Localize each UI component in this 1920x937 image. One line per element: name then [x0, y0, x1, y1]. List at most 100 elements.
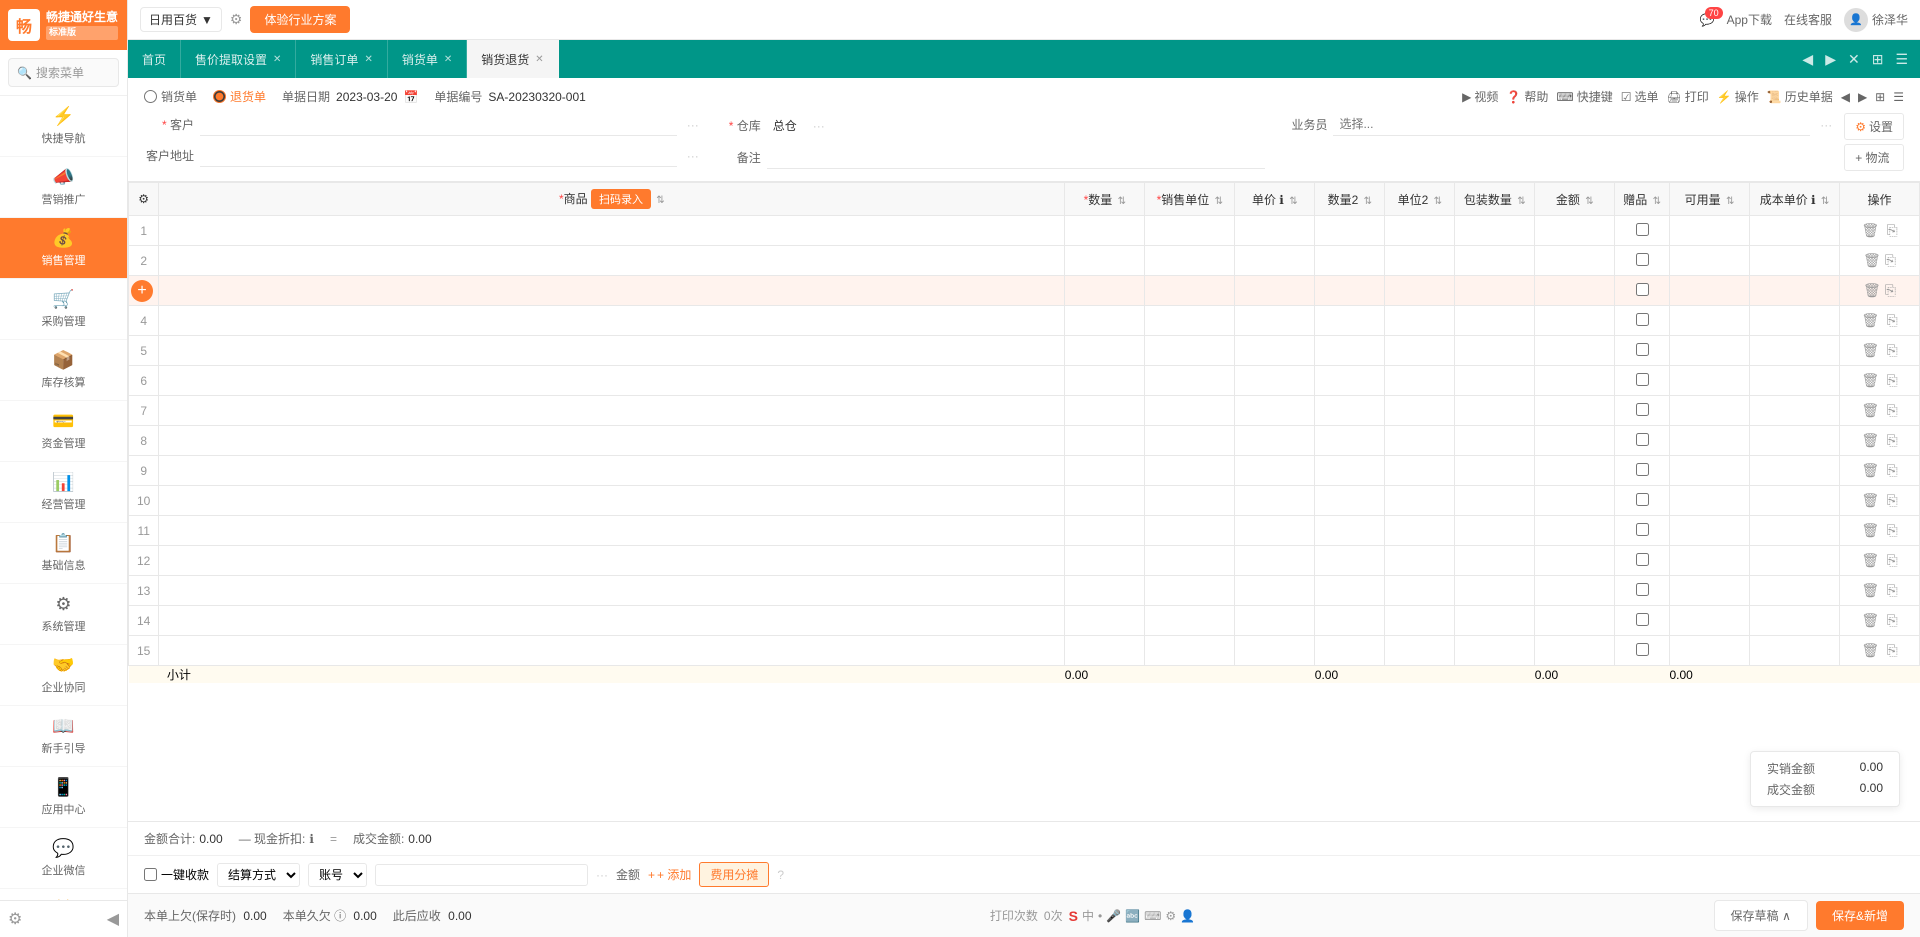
unit2-cell[interactable] [1385, 216, 1455, 246]
tab-return-close-icon[interactable]: ✕ [535, 54, 543, 65]
gift-checkbox[interactable] [1636, 343, 1649, 356]
help-btn[interactable]: ❓ 帮助 [1506, 88, 1548, 105]
sidebar-item-vip[interactable]: 👑 畅会员 [0, 889, 127, 900]
delete-row-btn[interactable]: 🗑 [1861, 250, 1883, 271]
customer-select-icon[interactable]: ··· [687, 118, 699, 132]
settings-button[interactable]: ⚙ 设置 [1844, 113, 1904, 140]
unit2-sort-icon[interactable]: ⇅ [1434, 196, 1442, 207]
sidebar-item-quick[interactable]: ⚡ 快捷导航 [0, 96, 127, 157]
gift-checkbox[interactable] [1636, 403, 1649, 416]
payment-help-icon[interactable]: ? [777, 868, 784, 882]
amount-sort-icon[interactable]: ⇅ [1585, 196, 1593, 207]
pack-sort-icon[interactable]: ⇅ [1517, 196, 1525, 207]
sidebar-item-apps[interactable]: 📱 应用中心 [0, 767, 127, 828]
search-menu-button[interactable]: 🔍 搜索菜单 [8, 58, 119, 87]
payment-dots-icon[interactable]: ··· [596, 868, 608, 882]
product-input-active[interactable] [167, 284, 1056, 298]
payment-amount-input[interactable] [375, 864, 588, 886]
tab-price-setting[interactable]: 售价提取设置 ✕ [181, 40, 296, 78]
sidebar-item-operation[interactable]: 📊 经营管理 [0, 462, 127, 523]
avail-cell[interactable] [1670, 216, 1750, 246]
copy-row-btn[interactable]: ⎘ [1884, 310, 1899, 331]
unit-cell[interactable] [1145, 216, 1235, 246]
app-download-link[interactable]: App下载 [1727, 11, 1772, 28]
sidebar-item-purchase[interactable]: 🛒 采购管理 [0, 279, 127, 340]
gift-sort-icon[interactable]: ⇅ [1653, 196, 1661, 207]
tab-next-icon[interactable]: ▶ [1821, 49, 1840, 70]
gift-checkbox[interactable] [1636, 283, 1649, 296]
gift-checkbox[interactable] [1636, 463, 1649, 476]
sidebar-item-collab[interactable]: 🤝 企业协同 [0, 645, 127, 706]
radio-sales[interactable]: 销货单 [144, 88, 197, 105]
radio-return-input[interactable] [213, 90, 226, 103]
gift-checkbox[interactable] [1636, 583, 1649, 596]
salesperson-input[interactable] [1333, 113, 1810, 136]
gift-checkbox[interactable] [1636, 373, 1649, 386]
cost-sort-icon[interactable]: ⇅ [1821, 196, 1829, 207]
print-btn[interactable]: 🖨 打印 [1667, 88, 1709, 105]
delete-row-btn[interactable]: 🗑 [1859, 460, 1881, 481]
tab-price-close-icon[interactable]: ✕ [273, 54, 281, 65]
gift-checkbox[interactable] [1636, 613, 1649, 626]
user-menu[interactable]: 👤 徐泽华 [1844, 8, 1908, 32]
copy-row-btn[interactable]: ⎘ [1884, 370, 1899, 391]
view-table-icon[interactable]: ⊞ [1875, 90, 1885, 104]
gift-checkbox[interactable] [1636, 253, 1649, 266]
history-btn[interactable]: 📜 历史单据 [1767, 88, 1833, 105]
discount-info-icon[interactable]: ℹ [309, 832, 314, 846]
copy-row-btn[interactable]: ⎘ [1884, 490, 1899, 511]
qty-cell[interactable] [1065, 216, 1145, 246]
copy-row-btn[interactable]: ⎘ [1884, 580, 1899, 601]
address-input[interactable] [200, 144, 677, 167]
delete-row-btn[interactable]: 🗑 [1859, 520, 1881, 541]
product-cell[interactable] [159, 216, 1065, 246]
save-new-button[interactable]: 保存&新增 [1816, 901, 1904, 930]
copy-row-btn[interactable]: ⎘ [1884, 610, 1899, 631]
video-btn[interactable]: ▶ 视频 [1462, 88, 1498, 105]
amount-cell[interactable] [1535, 216, 1615, 246]
view-list-icon[interactable]: ☰ [1893, 90, 1904, 104]
delete-row-btn[interactable]: 🗑 [1861, 280, 1883, 301]
delete-row-btn[interactable]: 🗑 [1859, 490, 1881, 511]
pack-cell[interactable] [1455, 216, 1535, 246]
shortcut-btn[interactable]: ⌨ 快捷键 [1556, 88, 1612, 105]
copy-row-btn[interactable]: ⎘ [1884, 460, 1899, 481]
copy-row-btn[interactable]: ⎘ [1884, 550, 1899, 571]
online-service-link[interactable]: 在线客服 [1784, 11, 1832, 28]
sidebar-item-sales[interactable]: 💰 销售管理 [0, 218, 127, 279]
account-number-select[interactable]: 账号 [308, 863, 367, 887]
trial-button[interactable]: 体验行业方案 [250, 6, 350, 33]
tab-list-icon[interactable]: ☰ [1891, 49, 1912, 70]
delete-row-btn[interactable]: 🗑 [1859, 610, 1881, 631]
avail-sort-icon[interactable]: ⇅ [1726, 196, 1734, 207]
one-click-checkbox[interactable] [144, 868, 157, 881]
copy-row-btn[interactable]: ⎘ [1884, 520, 1899, 541]
gift-checkbox[interactable] [1636, 643, 1649, 656]
table-wrapper[interactable]: ⚙ *商品 扫码录入 ⇅ *数量 ⇅ *销售单位 [128, 182, 1920, 821]
sidebar-item-guide[interactable]: 📖 新手引导 [0, 706, 127, 767]
sidebar-item-system[interactable]: ⚙ 系统管理 [0, 584, 127, 645]
payment-method-select[interactable]: 结算方式 [217, 863, 300, 887]
save-draft-button[interactable]: 保存草稿 ∧ [1714, 900, 1808, 931]
tab-prev-icon[interactable]: ◀ [1798, 49, 1817, 70]
prev-record-icon[interactable]: ◀ [1841, 90, 1850, 104]
copy-row-btn[interactable]: ⎘ [1884, 400, 1899, 421]
qty2-sort-icon[interactable]: ⇅ [1364, 196, 1372, 207]
split-fee-btn[interactable]: 费用分摊 [699, 862, 769, 887]
add-row-button[interactable]: + [131, 280, 153, 302]
notes-input[interactable] [767, 146, 1266, 169]
tab-home[interactable]: 首页 [128, 40, 181, 78]
copy-row-btn[interactable]: ⎘ [1884, 340, 1899, 361]
address-select-icon[interactable]: ··· [687, 149, 699, 163]
delete-row-btn[interactable]: 🗑 [1859, 580, 1881, 601]
next-record-icon[interactable]: ▶ [1858, 90, 1867, 104]
tab-sales-order-close-icon[interactable]: ✕ [364, 54, 372, 65]
unit-sort-icon[interactable]: ⇅ [1215, 196, 1223, 207]
tab-sales-order[interactable]: 销售订单 ✕ [296, 40, 387, 78]
tab-sales-close-icon[interactable]: ✕ [444, 54, 452, 65]
select-btn[interactable]: ☑ 选单 [1621, 88, 1659, 105]
copy-row-btn[interactable]: ⎘ [1883, 250, 1898, 271]
product-sort-icon[interactable]: ⇅ [656, 195, 664, 206]
settings-bottom-icon[interactable]: ⚙ [8, 909, 22, 929]
sidebar-item-base[interactable]: 📋 基础信息 [0, 523, 127, 584]
